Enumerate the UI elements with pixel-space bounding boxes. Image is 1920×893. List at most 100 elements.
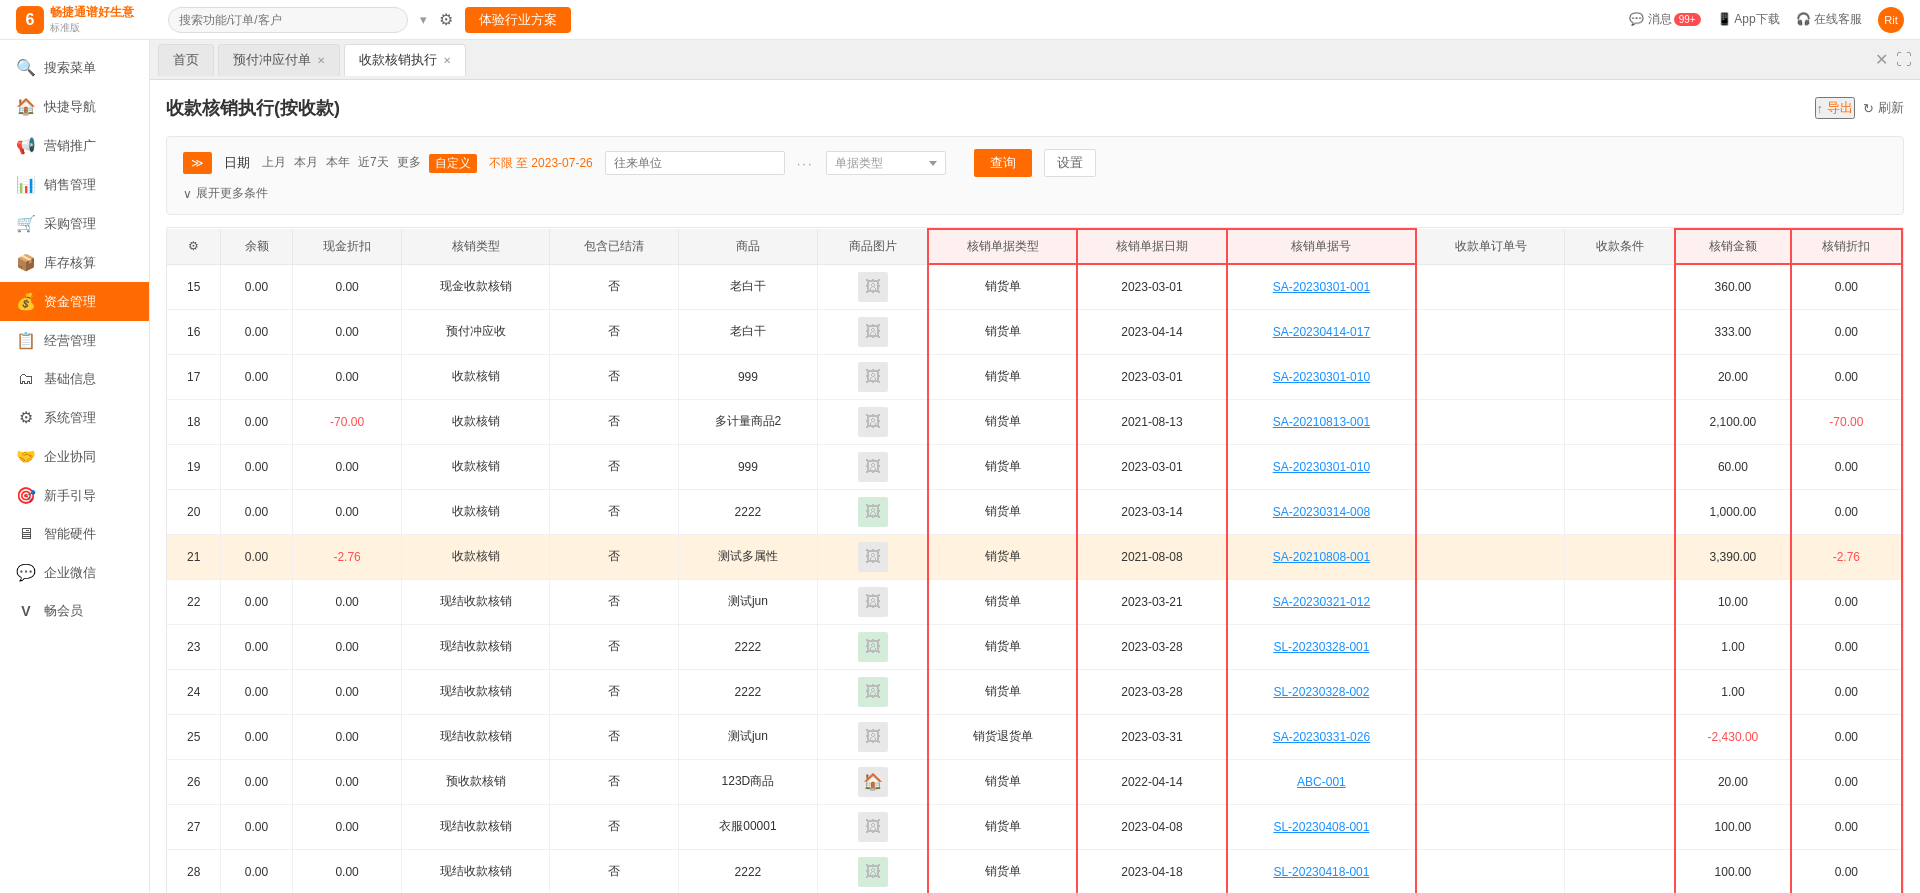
sidebar-item-basic[interactable]: 🗂 基础信息 <box>0 360 149 398</box>
date-link-7days[interactable]: 近7天 <box>358 154 389 173</box>
th-verify-type[interactable]: 核销类型 <box>402 229 550 264</box>
th-receipt-condition[interactable]: 收款条件 <box>1565 229 1675 264</box>
sidebar-item-hardware[interactable]: 🖥 智能硬件 <box>0 515 149 553</box>
th-verify-bill-type[interactable]: 核销单据类型 <box>928 229 1077 264</box>
cell-id: 22 <box>167 579 221 624</box>
date-link-last-month[interactable]: 上月 <box>262 154 286 173</box>
th-balance[interactable]: 余额 <box>221 229 292 264</box>
sidebar-item-system[interactable]: ⚙ 系统管理 <box>0 398 149 437</box>
cell-receipt-condition <box>1565 309 1675 354</box>
top-search[interactable] <box>168 7 408 33</box>
cell-balance: 0.00 <box>221 669 292 714</box>
cell-cash-discount: 0.00 <box>292 264 402 309</box>
cell-verify-bill-no[interactable]: SA-20210813-001 <box>1227 399 1417 444</box>
filter-toggle-btn[interactable]: ≫ <box>183 152 212 174</box>
tab-verify-close[interactable]: ✕ <box>443 55 451 66</box>
settings-button[interactable]: 设置 <box>1044 149 1096 177</box>
tab-verify[interactable]: 收款核销执行 ✕ <box>344 44 466 76</box>
cell-verify-amount: 1.00 <box>1675 624 1791 669</box>
cell-verify-bill-no[interactable]: SL-20230328-001 <box>1227 624 1417 669</box>
th-receipt-order-no[interactable]: 收款单订单号 <box>1416 229 1565 264</box>
tab-verify-label: 收款核销执行 <box>359 51 437 69</box>
search-input[interactable] <box>168 7 408 33</box>
cell-verify-bill-no[interactable]: SA-20230414-017 <box>1227 309 1417 354</box>
th-goods-img[interactable]: 商品图片 <box>818 229 928 264</box>
cell-verify-bill-no[interactable]: SL-20230328-002 <box>1227 669 1417 714</box>
cell-verify-bill-date: 2023-03-14 <box>1077 489 1226 534</box>
industry-btn[interactable]: 体验行业方案 <box>465 7 571 33</box>
bill-type-select[interactable]: 单据类型 <box>826 151 946 175</box>
sidebar-label-wechat: 企业微信 <box>44 564 96 582</box>
chevron-down-icon[interactable]: ▾ <box>420 12 427 27</box>
cell-balance: 0.00 <box>221 354 292 399</box>
cell-verify-amount: 20.00 <box>1675 354 1791 399</box>
sidebar-item-purchase[interactable]: 🛒 采购管理 <box>0 204 149 243</box>
cell-verify-bill-no[interactable]: SA-20230301-010 <box>1227 354 1417 399</box>
th-verify-discount[interactable]: 核销折扣 <box>1791 229 1902 264</box>
message-icon[interactable]: 💬 消息99+ <box>1629 11 1700 28</box>
sidebar-item-wechat[interactable]: 💬 企业微信 <box>0 553 149 592</box>
sidebar-item-marketing[interactable]: 📢 营销推广 <box>0 126 149 165</box>
cell-receipt-condition <box>1565 399 1675 444</box>
online-service-link[interactable]: 🎧 在线客服 <box>1796 11 1862 28</box>
th-include-settled[interactable]: 包含已结清 <box>550 229 679 264</box>
date-custom-btn[interactable]: 自定义 <box>429 154 477 173</box>
cell-id: 20 <box>167 489 221 534</box>
search-icon: 🔍 <box>16 58 36 77</box>
table-row: 28 0.00 0.00 现结收款核销 否 2222 🖼 销货单 2023-04… <box>167 849 1902 893</box>
cell-verify-bill-no[interactable]: SL-20230418-001 <box>1227 849 1417 893</box>
expand-more-btn[interactable]: ∨ 展开更多条件 <box>183 185 1887 202</box>
cell-verify-discount: 0.00 <box>1791 624 1902 669</box>
tab-home[interactable]: 首页 <box>158 44 214 76</box>
guide-icon: 🎯 <box>16 486 36 505</box>
sidebar-item-operations[interactable]: 📋 经营管理 <box>0 321 149 360</box>
partner-input[interactable] <box>605 151 785 175</box>
refresh-button[interactable]: ↻ 刷新 <box>1863 97 1904 119</box>
cell-verify-bill-date: 2023-03-01 <box>1077 264 1226 309</box>
gear-icon[interactable]: ⚙ <box>439 10 453 29</box>
sidebar-item-search[interactable]: 🔍 搜索菜单 <box>0 48 149 87</box>
th-verify-bill-no[interactable]: 核销单据号 <box>1227 229 1417 264</box>
th-goods[interactable]: 商品 <box>678 229 817 264</box>
sidebar-item-nav[interactable]: 🏠 快捷导航 <box>0 87 149 126</box>
cell-receipt-order-no <box>1416 624 1565 669</box>
user-avatar[interactable]: Rit <box>1878 7 1904 33</box>
tab-prepay-label: 预付冲应付单 <box>233 51 311 69</box>
export-button[interactable]: ↑ 导出 <box>1815 97 1856 119</box>
cell-goods-img: 🖼 <box>818 444 928 489</box>
date-link-this-month[interactable]: 本月 <box>294 154 318 173</box>
sidebar-item-inventory[interactable]: 📦 库存核算 <box>0 243 149 282</box>
sidebar-item-member[interactable]: V 畅会员 <box>0 592 149 630</box>
sidebar-item-collab[interactable]: 🤝 企业协同 <box>0 437 149 476</box>
tab-close-icon[interactable]: ✕ <box>1875 50 1888 69</box>
th-verify-amount[interactable]: 核销金额 <box>1675 229 1791 264</box>
date-link-this-year[interactable]: 本年 <box>326 154 350 173</box>
sidebar-item-sales[interactable]: 📊 销售管理 <box>0 165 149 204</box>
cell-verify-type: 现结收款核销 <box>402 624 550 669</box>
cell-verify-bill-no[interactable]: SA-20230321-012 <box>1227 579 1417 624</box>
cell-verify-bill-no[interactable]: SA-20230331-026 <box>1227 714 1417 759</box>
cell-verify-bill-no[interactable]: SA-20230314-008 <box>1227 489 1417 534</box>
th-cash-discount[interactable]: 现金折扣 <box>292 229 402 264</box>
collab-icon: 🤝 <box>16 447 36 466</box>
cell-verify-bill-no[interactable]: SL-20230408-001 <box>1227 804 1417 849</box>
goods-image: 🖼 <box>858 857 888 887</box>
tab-expand-icon[interactable]: ⛶ <box>1896 51 1912 69</box>
cell-verify-bill-no[interactable]: ABC-001 <box>1227 759 1417 804</box>
cell-verify-bill-type: 销货单 <box>928 444 1077 489</box>
cell-verify-bill-no[interactable]: SA-20210808-001 <box>1227 534 1417 579</box>
th-settings[interactable]: ⚙ <box>167 229 221 264</box>
sidebar-item-guide[interactable]: 🎯 新手引导 <box>0 476 149 515</box>
th-verify-bill-date[interactable]: 核销单据日期 <box>1077 229 1226 264</box>
date-link-more[interactable]: 更多 <box>397 154 421 173</box>
tab-prepay-close[interactable]: ✕ <box>317 55 325 66</box>
app-download-link[interactable]: 📱 App下载 <box>1717 11 1780 28</box>
cell-receipt-condition <box>1565 264 1675 309</box>
cell-receipt-condition <box>1565 804 1675 849</box>
cell-verify-bill-date: 2023-03-01 <box>1077 354 1226 399</box>
cell-verify-bill-no[interactable]: SA-20230301-001 <box>1227 264 1417 309</box>
tab-prepay[interactable]: 预付冲应付单 ✕ <box>218 44 340 76</box>
cell-verify-bill-no[interactable]: SA-20230301-010 <box>1227 444 1417 489</box>
query-button[interactable]: 查询 <box>974 149 1032 177</box>
sidebar-item-finance[interactable]: 💰 资金管理 <box>0 282 149 321</box>
